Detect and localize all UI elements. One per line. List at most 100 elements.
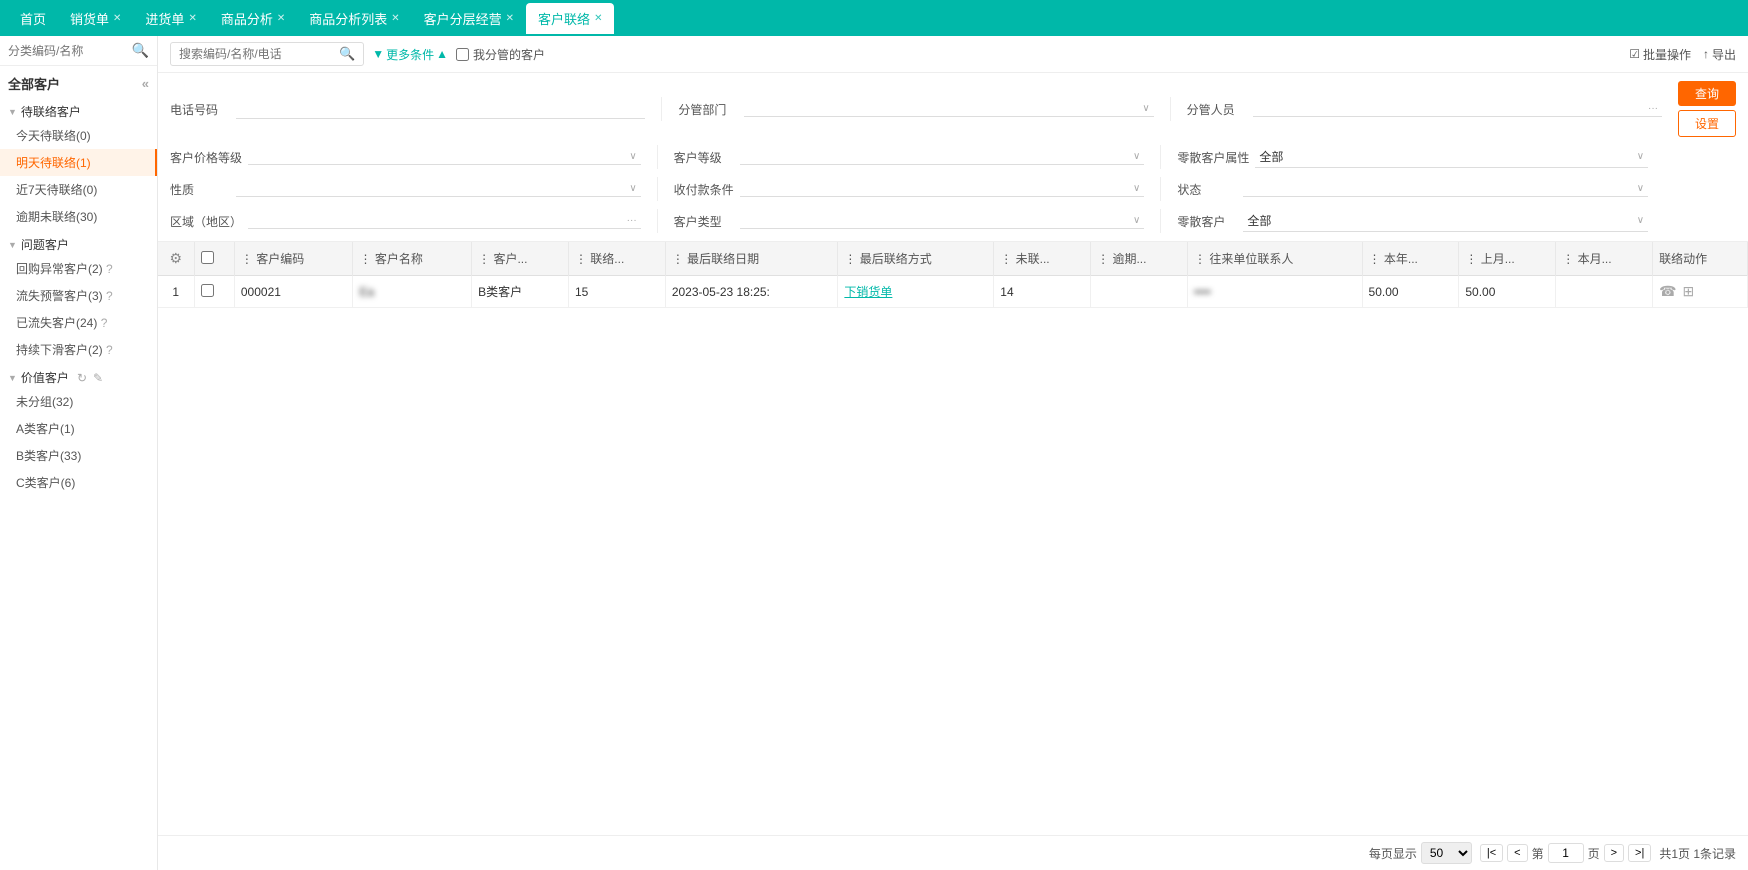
sidebar-item-b-class[interactable]: B类客户(33) bbox=[0, 442, 157, 469]
page-size-select-input[interactable]: 50 20 100 bbox=[1421, 842, 1472, 864]
sidebar-item-today-pending[interactable]: 今天待联络(0) bbox=[0, 122, 157, 149]
gear-icon[interactable]: ⚙ bbox=[169, 250, 182, 266]
close-sales-order-icon[interactable]: ✕ bbox=[113, 13, 121, 24]
nav-purchase-order[interactable]: 进货单 ✕ bbox=[133, 3, 208, 34]
close-product-analysis-icon[interactable]: ✕ bbox=[277, 13, 285, 24]
collapse-icon[interactable]: « bbox=[142, 76, 149, 91]
nav-customer-contact[interactable]: 客户联络 ✕ bbox=[526, 3, 614, 34]
row-this-year: 50.00 bbox=[1362, 276, 1459, 308]
sidebar-item-ungrouped[interactable]: 未分组(32) bbox=[0, 388, 157, 415]
search-box[interactable]: 🔍 bbox=[170, 42, 364, 66]
nav-product-analysis-list[interactable]: 商品分析列表 ✕ bbox=[297, 3, 411, 34]
price-grade-select[interactable]: ∨ bbox=[248, 149, 641, 165]
col-overdue: ⋮ 逾期... bbox=[1091, 242, 1188, 276]
batch-op-icon: ☑ bbox=[1629, 47, 1640, 61]
row-action: ☎ ⊞ bbox=[1653, 276, 1748, 308]
row-last-contact-method[interactable]: 下销货单 bbox=[838, 276, 994, 308]
phone-input[interactable] bbox=[236, 100, 645, 119]
prev-page-button[interactable]: < bbox=[1507, 844, 1527, 862]
customer-type-select[interactable]: ∨ bbox=[740, 213, 1145, 229]
sidebar-item-a-class[interactable]: A类客户(1) bbox=[0, 415, 157, 442]
sidebar-item-tomorrow-pending[interactable]: 明天待联络(1) bbox=[0, 149, 157, 176]
row-checkbox[interactable] bbox=[201, 284, 214, 297]
sidebar-item-declining[interactable]: 持续下滑客户(2) ? bbox=[0, 336, 157, 363]
nav-product-analysis[interactable]: 商品分析 ✕ bbox=[209, 3, 297, 34]
status-chevron-icon: ∨ bbox=[1637, 183, 1644, 194]
last-page-button[interactable]: >| bbox=[1628, 844, 1651, 862]
sidebar-item-churn-warning[interactable]: 流失预警客户(3) ? bbox=[0, 282, 157, 309]
dept-select[interactable]: ∨ bbox=[744, 101, 1153, 117]
select-all-checkbox[interactable] bbox=[201, 251, 214, 264]
col-checkbox[interactable] bbox=[194, 242, 234, 276]
col-last-contact-date: ⋮ 最后联络日期 bbox=[665, 242, 838, 276]
refresh-icon[interactable]: ↻ bbox=[77, 371, 87, 385]
my-customers-check[interactable] bbox=[456, 48, 469, 61]
sidebar-item-week-pending[interactable]: 近7天待联络(0) bbox=[0, 176, 157, 203]
row-category: B类客户 bbox=[472, 276, 569, 308]
row-action-icon-1[interactable]: ☎ bbox=[1659, 283, 1676, 300]
first-page-button[interactable]: |< bbox=[1480, 844, 1503, 862]
retail-attr-select[interactable]: 全部 ∨ bbox=[1255, 146, 1648, 168]
row-code: 000021 bbox=[234, 276, 353, 308]
col-this-month: ⋮ 本月... bbox=[1556, 242, 1653, 276]
my-customers-checkbox[interactable]: 我分管的客户 bbox=[456, 46, 545, 63]
customer-grade-select[interactable]: ∨ bbox=[740, 149, 1145, 165]
quality-select[interactable]: ∨ bbox=[236, 181, 641, 197]
close-customer-contact-icon[interactable]: ✕ bbox=[594, 13, 602, 24]
close-purchase-order-icon[interactable]: ✕ bbox=[188, 13, 196, 24]
table-footer: 每页显示 50 20 100 |< < 第 页 > >| 共1页 1条记录 bbox=[158, 835, 1748, 870]
nav-customer-tiering[interactable]: 客户分层经营 ✕ bbox=[412, 3, 526, 34]
sidebar-item-c-class[interactable]: C类客户(6) bbox=[0, 469, 157, 496]
set-button[interactable]: 设置 bbox=[1678, 110, 1736, 137]
close-customer-tiering-icon[interactable]: ✕ bbox=[506, 13, 514, 24]
col-gear[interactable]: ⚙ bbox=[158, 242, 194, 276]
nav-sales-order[interactable]: 销货单 ✕ bbox=[58, 3, 133, 34]
next-page-button[interactable]: > bbox=[1604, 844, 1624, 862]
sidebar-search-input[interactable] bbox=[8, 44, 132, 58]
price-grade-label: 客户价格等级 bbox=[170, 149, 242, 166]
group-value-customers[interactable]: 价值客户 ↻ ✎ bbox=[0, 363, 157, 388]
export-button[interactable]: ↑ 导出 bbox=[1703, 46, 1736, 63]
row-action-icon-2[interactable]: ⊞ bbox=[1683, 283, 1695, 300]
group-problem-customers[interactable]: 问题客户 bbox=[0, 230, 157, 255]
help-icon-2: ? bbox=[106, 289, 113, 303]
status-label: 状态 bbox=[1177, 181, 1237, 198]
main-search-icon[interactable]: 🔍 bbox=[339, 46, 355, 62]
col-last-contact-method: ⋮ 最后联络方式 bbox=[838, 242, 994, 276]
person-select[interactable]: ··· bbox=[1253, 101, 1662, 117]
contact-method-link[interactable]: 下销货单 bbox=[844, 285, 892, 299]
status-select[interactable]: ∨ bbox=[1243, 181, 1648, 197]
sidebar-item-repurchase-abnormal[interactable]: 回购异常客户(2) ? bbox=[0, 255, 157, 282]
edit-icon[interactable]: ✎ bbox=[93, 371, 103, 385]
sidebar-search-box[interactable]: 🔍 bbox=[0, 36, 157, 66]
row-overdue bbox=[1091, 276, 1188, 308]
table-row: 1 000021 Ea B类客户 15 2023-05-23 18:25: 下销… bbox=[158, 276, 1748, 308]
sidebar: 🔍 全部客户 « 待联络客户 今天待联络(0) 明天待联络(1) 近7天待联络(… bbox=[0, 36, 158, 870]
close-product-analysis-list-icon[interactable]: ✕ bbox=[391, 13, 399, 24]
sidebar-search-icon[interactable]: 🔍 bbox=[132, 42, 149, 59]
group-pending-contact[interactable]: 待联络客户 bbox=[0, 97, 157, 122]
query-button[interactable]: 查询 bbox=[1678, 81, 1736, 106]
batch-operation-button[interactable]: ☑ 批量操作 bbox=[1629, 46, 1691, 63]
all-customers-header[interactable]: 全部客户 « bbox=[0, 66, 157, 97]
dept-label: 分管部门 bbox=[678, 101, 738, 118]
sidebar-item-overdue-contact[interactable]: 逾期未联络(30) bbox=[0, 203, 157, 230]
page-number-input[interactable] bbox=[1548, 843, 1584, 863]
retail-customer-label: 零散客户 bbox=[1177, 213, 1237, 230]
pay-term-select[interactable]: ∨ bbox=[740, 181, 1145, 197]
main-search-input[interactable] bbox=[179, 47, 339, 61]
row-last-contact-date: 2023-05-23 18:25: bbox=[665, 276, 838, 308]
row-index: 1 bbox=[158, 276, 194, 308]
toolbar: 🔍 ▼ 更多条件 ▲ 我分管的客户 ☑ 批量操作 ↑ 导出 bbox=[158, 36, 1748, 73]
more-filter-button[interactable]: ▼ 更多条件 ▲ bbox=[372, 46, 448, 63]
nav-home[interactable]: 首页 bbox=[8, 3, 58, 34]
col-company-contact: ⋮ 往来单位联系人 bbox=[1187, 242, 1362, 276]
sidebar-item-churned[interactable]: 已流失客户(24) ? bbox=[0, 309, 157, 336]
row-select[interactable] bbox=[194, 276, 234, 308]
col-not-contact: ⋮ 未联... bbox=[994, 242, 1091, 276]
region-select[interactable]: ··· bbox=[248, 213, 641, 229]
retail-customer-select[interactable]: 全部 ∨ bbox=[1243, 210, 1648, 232]
page-size-selector[interactable]: 每页显示 50 20 100 bbox=[1369, 842, 1472, 864]
company-contact-blurred: •••• bbox=[1194, 285, 1211, 299]
col-this-year: ⋮ 本年... bbox=[1362, 242, 1459, 276]
